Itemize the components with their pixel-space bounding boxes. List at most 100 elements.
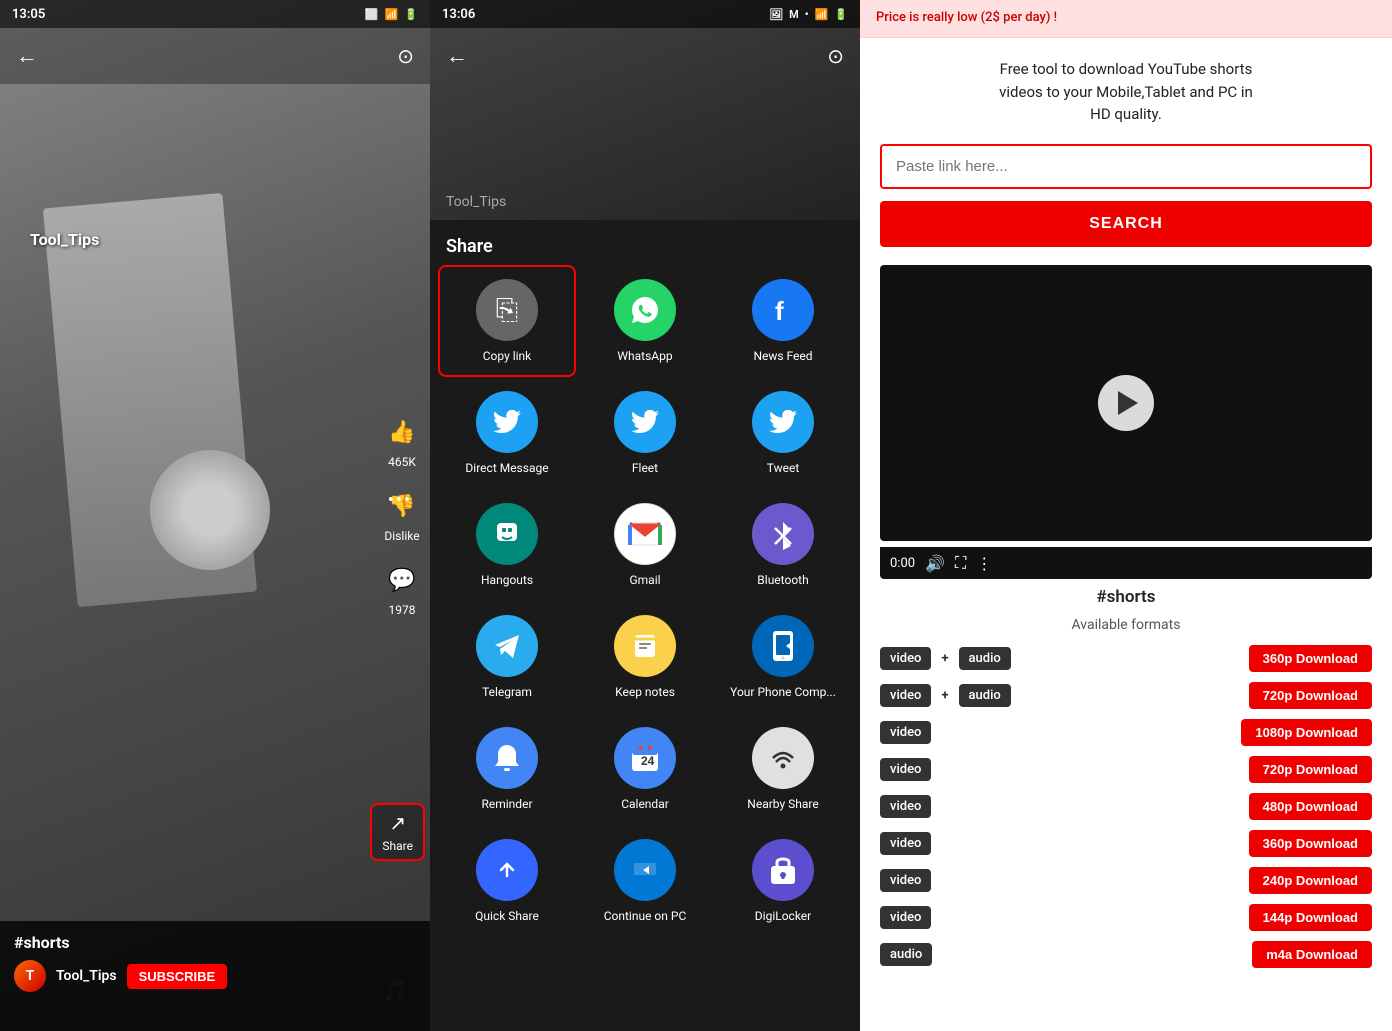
gmail-label: Gmail [629,573,660,587]
keep-notes-icon [614,615,676,677]
share-item-telegram[interactable]: Telegram [438,601,576,713]
continue-pc-icon [614,839,676,901]
share-item-news-feed[interactable]: f News Feed [714,265,852,377]
mail-icon-2: M [789,8,799,21]
format-plus-1: + [939,688,950,703]
tool-headline: Free tool to download YouTube shortsvide… [880,58,1372,126]
hangouts-icon [476,503,538,565]
dislike-label: Dislike [384,529,419,543]
share-top-bar: ← ⊙ [430,28,860,84]
side-actions: 👍 465K 👎 Dislike 💬 1978 [384,415,420,617]
status-icons-2: 🖼 M • 📶 🔋 [769,8,848,21]
share-label: Share [382,839,413,853]
download-btn-1[interactable]: 720p Download [1249,682,1372,709]
more-icon[interactable]: ⋮ [976,554,992,573]
whatsapp-icon [614,279,676,341]
share-item-whatsapp[interactable]: WhatsApp [576,265,714,377]
gmail-icon [614,503,676,565]
play-button[interactable] [1098,375,1154,431]
comment-icon: 💬 [384,563,420,599]
format-row-4: video 480p Download [880,793,1372,820]
fleet-icon [614,391,676,453]
fullscreen-icon[interactable]: ⛶ [955,553,966,573]
video-hashtag: #shorts [14,933,416,952]
tweet-icon [752,391,814,453]
fleet-label: Fleet [632,461,658,475]
calendar-icon: 24 [614,727,676,789]
shorts-label: #shorts [880,587,1372,607]
news-feed-icon: f [752,279,814,341]
back-button-2[interactable]: ← [446,43,468,69]
svg-text:24: 24 [641,754,655,768]
download-btn-6[interactable]: 240p Download [1249,867,1372,894]
continue-pc-label: Continue on PC [604,909,687,923]
share-item-direct-message[interactable]: Direct Message [438,377,576,489]
your-phone-label: Your Phone Comp... [730,685,836,699]
copy-link-icon: ⎘ [476,279,538,341]
photo-icon: 🖼 [769,8,783,21]
status-icons-1: ⬜ 📶 🔋 [365,8,418,21]
share-item-tweet[interactable]: Tweet [714,377,852,489]
share-item-calendar[interactable]: 24 Calendar [576,713,714,825]
subscribe-button[interactable]: SUBSCRIBE [127,964,228,989]
format-row-3: video 720p Download [880,756,1372,783]
format-tag-video-3: video [880,758,931,781]
format-tag-audio-8: audio [880,943,932,966]
status-bar-2: 13:06 🖼 M • 📶 🔋 [430,0,860,28]
share-button-inner[interactable]: ↗ Share [370,803,425,861]
download-btn-5[interactable]: 360p Download [1249,830,1372,857]
download-btn-8[interactable]: m4a Download [1252,941,1372,968]
share-item-copy-link[interactable]: ⎘ Copy link [438,265,576,377]
share-item-hangouts[interactable]: Hangouts [438,489,576,601]
camera-button-2[interactable]: ⊙ [827,44,844,68]
quick-share-icon [476,839,538,901]
more-options[interactable]: ••• [388,490,412,511]
share-grid: ⎘ Copy link WhatsApp f News Feed [430,265,860,937]
share-item-gmail[interactable]: Gmail [576,489,714,601]
share-item-digilocker[interactable]: DigiLocker [714,825,852,937]
camera-button-1[interactable]: ⊙ [397,44,414,68]
format-row-8: audio m4a Download [880,941,1372,968]
search-button[interactable]: SEARCH [880,201,1372,247]
share-item-fleet[interactable]: Fleet [576,377,714,489]
share-item-nearby-share[interactable]: Nearby Share [714,713,852,825]
your-phone-icon [752,615,814,677]
format-tag-audio-0: audio [959,647,1011,670]
reminder-icon [476,727,538,789]
share-item-your-phone[interactable]: Your Phone Comp... [714,601,852,713]
like-button[interactable]: 👍 465K [384,415,420,469]
comment-count: 1978 [389,603,416,617]
format-tag-video-4: video [880,795,931,818]
back-button-1[interactable]: ← [16,43,38,69]
download-btn-2[interactable]: 1080p Download [1241,719,1372,746]
battery-icon: 🔋 [404,8,418,21]
bottom-bar: #shorts T Tool_Tips SUBSCRIBE [0,921,430,1031]
share-item-keep-notes[interactable]: Keep notes [576,601,714,713]
share-button-box[interactable]: ↗ Share [370,803,425,861]
download-btn-0[interactable]: 360p Download [1249,645,1372,672]
share-item-continue-pc[interactable]: Continue on PC [576,825,714,937]
paste-link-input[interactable] [880,144,1372,189]
nearby-share-label: Nearby Share [747,797,818,811]
download-btn-4[interactable]: 480p Download [1249,793,1372,820]
format-row-7: video 144p Download [880,904,1372,931]
wifi-icon: 📶 [385,8,399,21]
volume-icon[interactable]: 🔊 [925,554,945,573]
download-btn-7[interactable]: 144p Download [1249,904,1372,931]
format-tag-audio-1: audio [959,684,1011,707]
format-row-6: video 240p Download [880,867,1372,894]
channel-row: T Tool_Tips SUBSCRIBE [14,960,416,992]
ad-text: Price is really low (2$ per day) ! [876,10,1376,25]
format-tag-video-5: video [880,832,931,855]
share-preview-area: 13:06 🖼 M • 📶 🔋 ← ⊙ Tool_Tips [430,0,860,220]
share-item-reminder[interactable]: Reminder [438,713,576,825]
share-item-quick-share[interactable]: Quick Share [438,825,576,937]
hangouts-label: Hangouts [481,573,533,587]
comment-button[interactable]: 💬 1978 [384,563,420,617]
channel-avatar: T [14,960,46,992]
format-tag-video-7: video [880,906,931,929]
format-tag-video-0: video [880,647,931,670]
top-bar-1: ← ⊙ [0,28,430,84]
share-item-bluetooth[interactable]: Bluetooth [714,489,852,601]
download-btn-3[interactable]: 720p Download [1249,756,1372,783]
